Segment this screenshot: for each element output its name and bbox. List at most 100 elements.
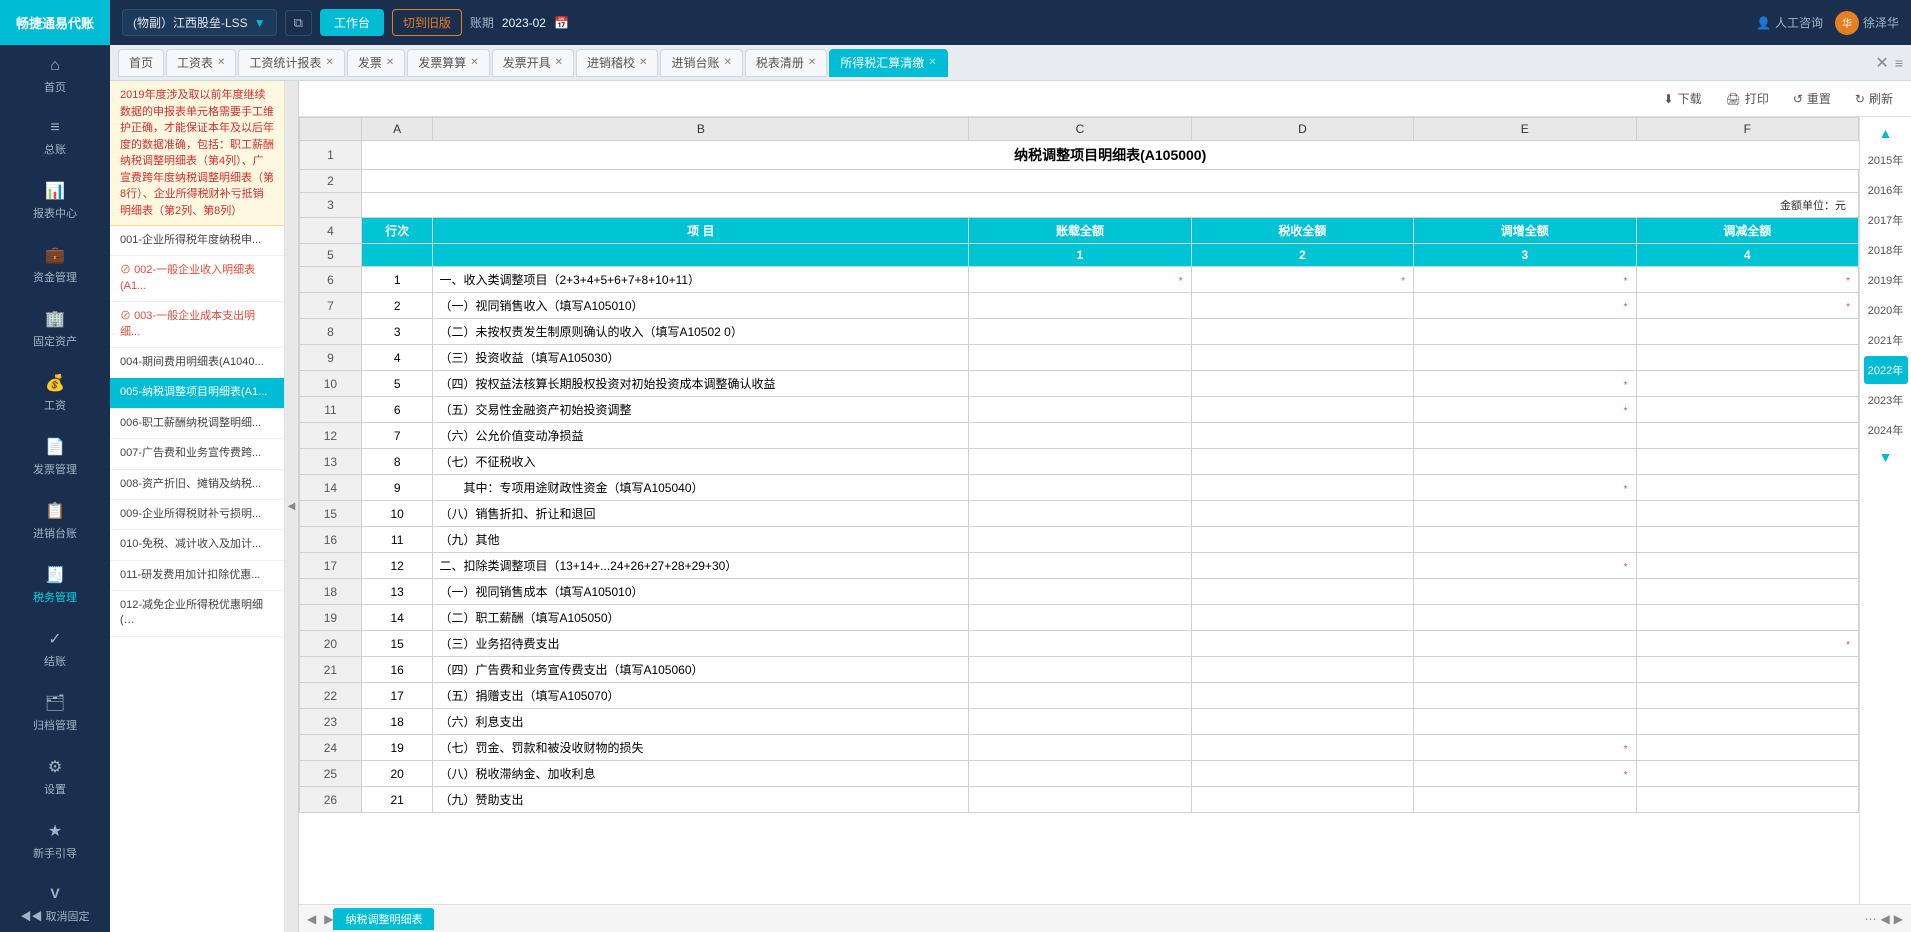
list-item[interactable]: 009-企业所得税财补亏损明... bbox=[110, 500, 284, 530]
scroll-left-icon[interactable]: ◀ bbox=[307, 912, 316, 926]
year-nav-up[interactable]: ▲ bbox=[1875, 121, 1897, 145]
year-btn-2016[interactable]: 2016年 bbox=[1864, 176, 1908, 204]
data-cell[interactable]: * bbox=[1414, 293, 1636, 319]
data-cell[interactable] bbox=[969, 345, 1191, 371]
data-cell[interactable] bbox=[1636, 423, 1858, 449]
data-cell[interactable] bbox=[1636, 527, 1858, 553]
tab-payroll-stats[interactable]: 工资统计报表 ✕ bbox=[238, 49, 344, 77]
data-cell[interactable] bbox=[1414, 605, 1636, 631]
data-cell[interactable] bbox=[1636, 553, 1858, 579]
data-cell[interactable] bbox=[1191, 449, 1413, 475]
year-btn-2019[interactable]: 2019年 bbox=[1864, 266, 1908, 294]
data-cell[interactable] bbox=[1191, 657, 1413, 683]
data-cell[interactable] bbox=[1191, 709, 1413, 735]
data-cell[interactable] bbox=[969, 761, 1191, 787]
list-item[interactable]: 012-减免企业所得税优惠明细(… bbox=[110, 591, 284, 637]
data-cell[interactable] bbox=[969, 397, 1191, 423]
tab-input-tax[interactable]: 进销稽校 ✕ bbox=[576, 49, 658, 77]
print-btn[interactable]: 🖨 打印 bbox=[1720, 86, 1775, 111]
year-btn-2024[interactable]: 2024年 bbox=[1864, 416, 1908, 444]
data-cell[interactable] bbox=[969, 787, 1191, 813]
data-cell[interactable]: * bbox=[1414, 267, 1636, 293]
data-cell[interactable] bbox=[1636, 657, 1858, 683]
data-cell[interactable] bbox=[1414, 319, 1636, 345]
bottom-tab[interactable]: 纳税调整明细表 bbox=[333, 908, 434, 930]
sidebar-item-fixed-assets[interactable]: 🏢 固定资产 bbox=[0, 297, 110, 361]
reset-btn[interactable]: ↺ 重置 bbox=[1787, 86, 1837, 111]
data-cell[interactable] bbox=[1191, 319, 1413, 345]
data-cell[interactable] bbox=[969, 527, 1191, 553]
data-cell[interactable] bbox=[1636, 787, 1858, 813]
list-item[interactable]: ⊘ 003-一般企业成本支出明细... bbox=[110, 302, 284, 348]
data-cell[interactable] bbox=[1414, 449, 1636, 475]
download-btn[interactable]: ⬇ 下载 bbox=[1658, 86, 1708, 111]
close-icon[interactable]: ✕ bbox=[808, 57, 816, 68]
sidebar-item-tax-mgmt[interactable]: 🧾 税务管理 bbox=[0, 553, 110, 617]
data-cell[interactable] bbox=[1191, 345, 1413, 371]
tab-input-ledger[interactable]: 进销台账 ✕ bbox=[660, 49, 742, 77]
data-cell[interactable] bbox=[969, 371, 1191, 397]
close-icon[interactable]: ✕ bbox=[217, 57, 225, 68]
sidebar-item-settings[interactable]: ⚙ 设置 bbox=[0, 745, 110, 809]
sidebar-item-archive[interactable]: 🗂 归档管理 bbox=[0, 681, 110, 745]
sidebar-item-general-ledger[interactable]: ≡ 总账 bbox=[0, 107, 110, 169]
data-cell[interactable] bbox=[969, 605, 1191, 631]
tab-tax-clear[interactable]: 税表清册 ✕ bbox=[745, 49, 827, 77]
list-item[interactable]: 007-广告费和业务宣传费跨... bbox=[110, 439, 284, 469]
close-icon[interactable]: ✕ bbox=[470, 57, 478, 68]
data-cell[interactable]: * bbox=[1191, 267, 1413, 293]
data-cell[interactable] bbox=[1636, 319, 1858, 345]
data-cell[interactable] bbox=[969, 735, 1191, 761]
copy-btn[interactable]: ⧉ bbox=[285, 10, 312, 36]
tab-home[interactable]: 首页 bbox=[118, 49, 164, 77]
list-item[interactable]: ⊘ 002-一般企业收入明细表(A1... bbox=[110, 256, 284, 302]
data-cell[interactable] bbox=[969, 475, 1191, 501]
data-cell[interactable] bbox=[1414, 657, 1636, 683]
data-cell[interactable] bbox=[1191, 371, 1413, 397]
data-cell[interactable] bbox=[1191, 579, 1413, 605]
data-cell[interactable] bbox=[969, 683, 1191, 709]
data-cell[interactable]: * bbox=[1636, 267, 1858, 293]
data-cell[interactable] bbox=[1636, 683, 1858, 709]
list-item[interactable]: 006-职工薪酬纳税调整明细... bbox=[110, 409, 284, 439]
data-cell[interactable] bbox=[1636, 475, 1858, 501]
calendar-icon[interactable]: 📅 bbox=[554, 16, 569, 30]
year-btn-2022[interactable]: 2022年 bbox=[1864, 356, 1908, 384]
data-cell[interactable] bbox=[1191, 527, 1413, 553]
data-cell[interactable] bbox=[1191, 631, 1413, 657]
data-cell[interactable] bbox=[1191, 761, 1413, 787]
data-cell[interactable] bbox=[1414, 527, 1636, 553]
data-cell[interactable] bbox=[969, 501, 1191, 527]
data-cell[interactable] bbox=[1414, 787, 1636, 813]
sidebar-item-asset-mgmt[interactable]: 💼 资金管理 bbox=[0, 233, 110, 297]
service-area[interactable]: 👤 人工咨询 bbox=[1756, 14, 1823, 31]
data-cell[interactable]: * bbox=[1636, 631, 1858, 657]
list-item[interactable]: 001-企业所得税年度纳税申... bbox=[110, 226, 284, 256]
close-icon[interactable]: ✕ bbox=[639, 57, 647, 68]
data-cell[interactable] bbox=[1636, 605, 1858, 631]
year-btn-2017[interactable]: 2017年 bbox=[1864, 206, 1908, 234]
list-item-active[interactable]: 005-纳税调整项目明细表(A1... bbox=[110, 378, 284, 408]
data-cell[interactable] bbox=[969, 553, 1191, 579]
data-cell[interactable] bbox=[1414, 501, 1636, 527]
year-btn-2015[interactable]: 2015年 bbox=[1864, 146, 1908, 174]
sidebar-collapse-btn[interactable]: ◀◀ 取消固定 bbox=[0, 900, 110, 932]
close-icon[interactable]: ✕ bbox=[325, 57, 333, 68]
data-cell[interactable] bbox=[1191, 423, 1413, 449]
data-cell[interactable] bbox=[1636, 345, 1858, 371]
data-cell[interactable] bbox=[1191, 683, 1413, 709]
data-cell[interactable] bbox=[1191, 735, 1413, 761]
data-cell[interactable] bbox=[1414, 709, 1636, 735]
data-cell[interactable] bbox=[969, 657, 1191, 683]
data-cell[interactable] bbox=[1414, 683, 1636, 709]
sidebar-item-input-ledger[interactable]: 📋 进销台账 bbox=[0, 489, 110, 553]
old-version-btn[interactable]: 切到旧版 bbox=[392, 9, 462, 36]
tab-income-tax[interactable]: 所得税汇算清缴 ✕ bbox=[829, 49, 947, 77]
data-cell[interactable] bbox=[1414, 631, 1636, 657]
list-item[interactable]: 004-期间费用明细表(A1040... bbox=[110, 348, 284, 378]
sidebar-item-settle[interactable]: ✓ 结账 bbox=[0, 617, 110, 681]
horizontal-scroll-icon[interactable]: ◀ bbox=[1881, 912, 1890, 926]
data-cell[interactable] bbox=[1636, 397, 1858, 423]
data-cell[interactable] bbox=[969, 709, 1191, 735]
data-cell[interactable]: * bbox=[1414, 761, 1636, 787]
